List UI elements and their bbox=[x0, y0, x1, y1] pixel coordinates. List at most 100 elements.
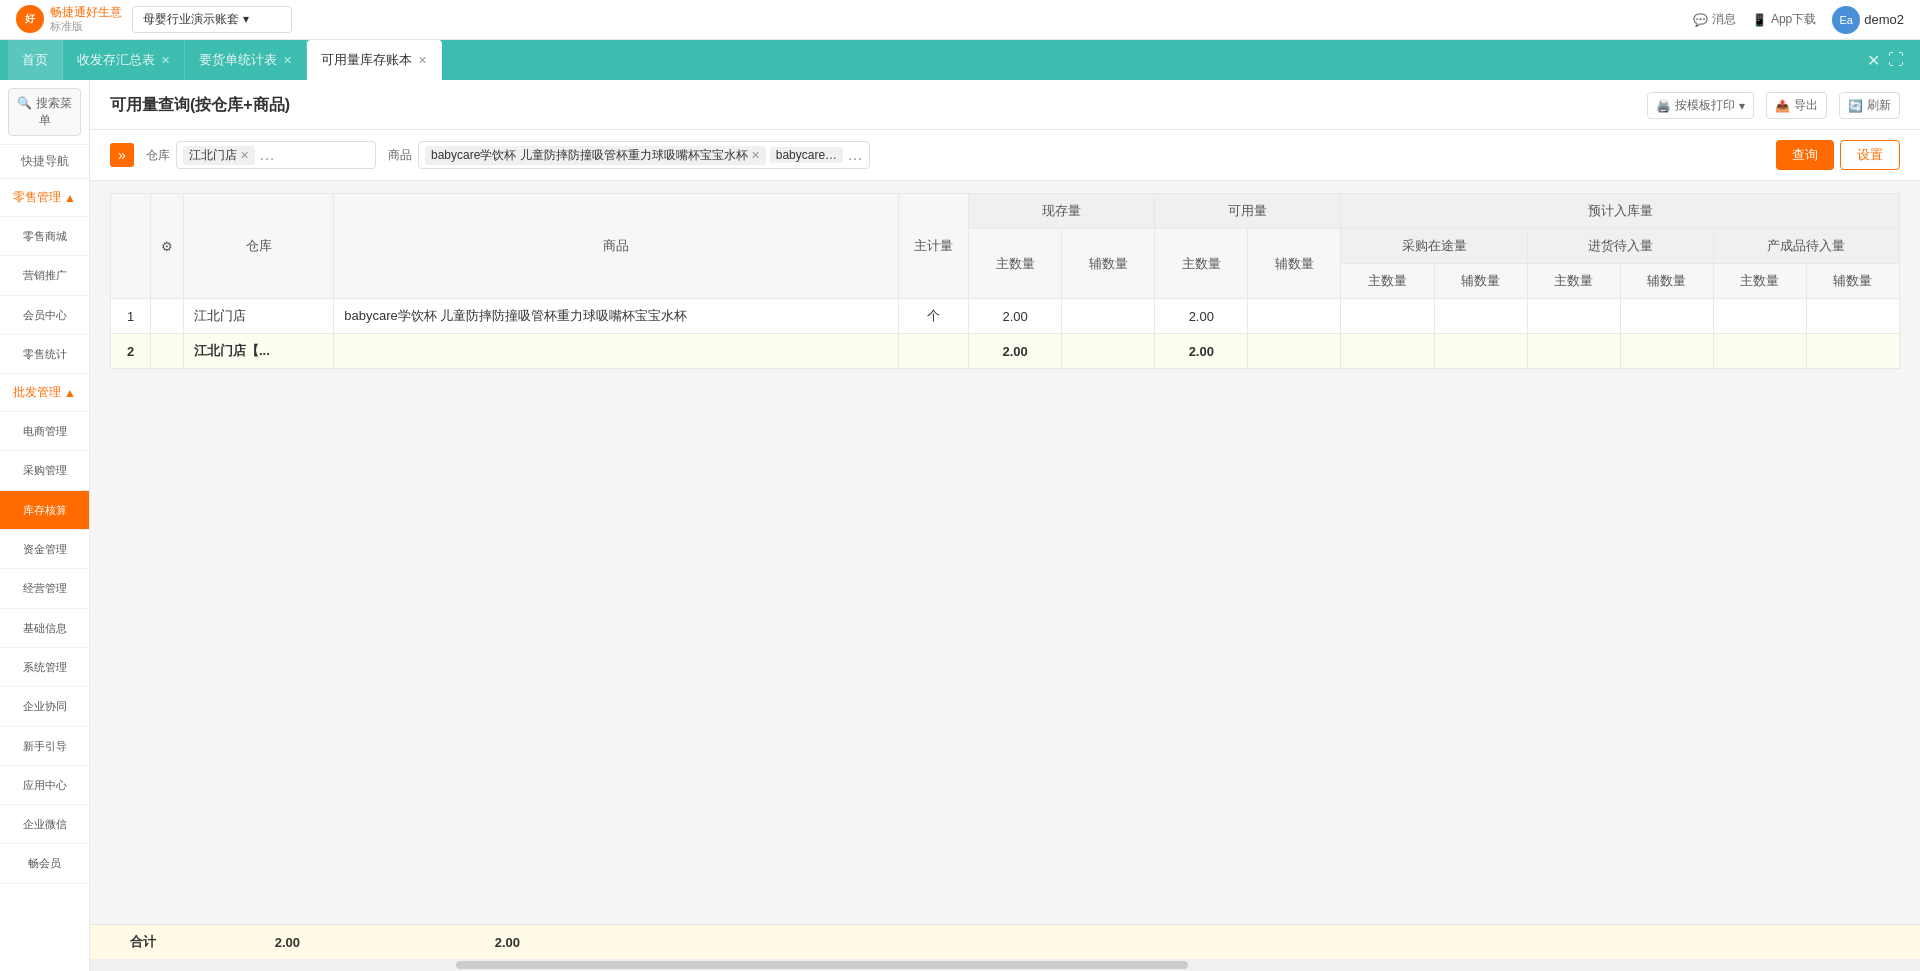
td-current-main-2: 2.00 bbox=[969, 334, 1062, 369]
sidebar-item-retail-mgmt[interactable]: 零售管理 ▲ bbox=[0, 179, 89, 217]
print-template-btn[interactable]: 🖨️ 按模板打印 ▾ bbox=[1647, 92, 1754, 119]
avatar: Ea bbox=[1832, 6, 1860, 34]
sidebar-item-system[interactable]: 系统管理 bbox=[0, 648, 89, 687]
sidebar-item-business[interactable]: 经营管理 bbox=[0, 569, 89, 608]
sidebar-item-purchase[interactable]: 采购管理 bbox=[0, 451, 89, 490]
page-header: 可用量查询(按仓库+商品) 🖨️ 按模板打印 ▾ 📤 导出 🔄 刷新 bbox=[90, 80, 1920, 130]
top-bar-left: 好 畅捷通好生意 标准版 母婴行业演示账套 ▾ bbox=[16, 5, 292, 34]
receive-summary-label: 收发存汇总表 bbox=[77, 51, 155, 69]
td-settings-2[interactable] bbox=[151, 334, 184, 369]
logo-text-area: 畅捷通好生意 标准版 bbox=[50, 5, 122, 34]
page-header-actions: 🖨️ 按模板打印 ▾ 📤 导出 🔄 刷新 bbox=[1647, 92, 1900, 129]
close-order-stats-icon[interactable]: ✕ bbox=[283, 54, 292, 67]
td-settings-1[interactable] bbox=[151, 299, 184, 334]
footer-total: 合计 2.00 2.00 bbox=[90, 924, 1920, 959]
sidebar-item-retail-stats[interactable]: 零售统计 bbox=[0, 335, 89, 374]
td-pt-aux-1 bbox=[1434, 299, 1527, 334]
user-area[interactable]: Ea demo2 bbox=[1832, 6, 1904, 34]
sidebar-item-retail-mall[interactable]: 零售商城 bbox=[0, 217, 89, 256]
marketing-label: 营销推广 bbox=[23, 268, 67, 282]
td-ip-aux-1 bbox=[1620, 299, 1713, 334]
close-available-ledger-icon[interactable]: ✕ bbox=[418, 54, 427, 67]
footer-current-aux bbox=[316, 935, 416, 950]
tab-order-stats[interactable]: 要货单统计表 ✕ bbox=[185, 40, 307, 80]
message-btn[interactable]: 💬 消息 bbox=[1693, 11, 1736, 28]
th-settings[interactable]: ⚙ bbox=[151, 194, 184, 299]
td-unit-1: 个 bbox=[899, 299, 969, 334]
wholesale-mgmt-label: 批发管理 bbox=[13, 384, 61, 401]
chevron-down-icon: ▾ bbox=[243, 12, 249, 26]
th-current-main-qty: 主数量 bbox=[969, 229, 1062, 299]
close-receive-summary-icon[interactable]: ✕ bbox=[161, 54, 170, 67]
sidebar-item-ecommerce[interactable]: 电商管理 bbox=[0, 412, 89, 451]
export-icon: 📤 bbox=[1775, 99, 1790, 113]
tab-available-ledger[interactable]: 可用量库存账本 ✕ bbox=[307, 40, 442, 80]
sidebar-item-app-center[interactable]: 应用中心 bbox=[0, 766, 89, 805]
product-tag-input[interactable]: babycare学饮杯 儿童防摔防撞吸管杯重力球吸嘴杯宝宝水杯 ✕ babyca… bbox=[418, 141, 870, 169]
th-available: 可用量 bbox=[1155, 194, 1341, 229]
product-tag-text-0: babycare学饮杯 儿童防摔防撞吸管杯重力球吸嘴杯宝宝水杯 bbox=[431, 147, 748, 164]
th-warehouse: 仓库 bbox=[184, 194, 334, 299]
th-planned-inbound: 预计入库量 bbox=[1341, 194, 1900, 229]
sidebar-item-marketing[interactable]: 营销推广 bbox=[0, 256, 89, 295]
sidebar-item-finance[interactable]: 资金管理 bbox=[0, 530, 89, 569]
export-btn[interactable]: 📤 导出 bbox=[1766, 92, 1827, 119]
sidebar-item-wholesale-mgmt[interactable]: 批发管理 ▲ bbox=[0, 374, 89, 412]
top-bar-right: 💬 消息 📱 App下载 Ea demo2 bbox=[1693, 6, 1904, 34]
sidebar-item-basic-info[interactable]: 基础信息 bbox=[0, 609, 89, 648]
refresh-label: 刷新 bbox=[1867, 97, 1891, 114]
footer-available-main: 2.00 bbox=[416, 935, 536, 950]
remove-product-tag-0-icon[interactable]: ✕ bbox=[751, 149, 760, 162]
bottom-scrollbar[interactable] bbox=[90, 959, 1920, 971]
print-label: 按模板打印 bbox=[1675, 97, 1735, 114]
product-tag-text-1: babycare… bbox=[776, 148, 837, 162]
td-product-2 bbox=[334, 334, 899, 369]
tab-receive-summary[interactable]: 收发存汇总表 ✕ bbox=[63, 40, 185, 80]
sidebar: 🔍 搜索菜单 快捷导航 零售管理 ▲ 零售商城 营销推广 会员中心 零售统计 bbox=[0, 80, 90, 971]
tab-home[interactable]: 首页 bbox=[8, 40, 63, 80]
warehouse-tag-input[interactable]: 江北门店 ✕ … bbox=[176, 141, 376, 169]
td-warehouse-2: 江北门店【... bbox=[184, 334, 334, 369]
product-filter-label: 商品 bbox=[388, 147, 412, 164]
td-pt-main-1 bbox=[1341, 299, 1434, 334]
footer-label: 合计 bbox=[110, 933, 156, 951]
more-warehouse-icon[interactable]: … bbox=[259, 146, 275, 164]
table-container[interactable]: ⚙ 仓库 商品 主计量 现存量 可用量 预计入库量 主数量 辅数量 主数量 辅数… bbox=[90, 181, 1920, 924]
query-btn[interactable]: 查询 bbox=[1776, 140, 1834, 170]
th-available-aux-qty: 辅数量 bbox=[1248, 229, 1341, 299]
refresh-btn[interactable]: 🔄 刷新 bbox=[1839, 92, 1900, 119]
settings-btn[interactable]: 设置 bbox=[1840, 140, 1900, 170]
scroll-thumb[interactable] bbox=[456, 961, 1188, 969]
sidebar-item-new-guide[interactable]: 新手引导 bbox=[0, 727, 89, 766]
search-menu-btn[interactable]: 🔍 搜索菜单 bbox=[8, 88, 81, 136]
remove-warehouse-tag-icon[interactable]: ✕ bbox=[240, 149, 249, 162]
td-seq-1: 1 bbox=[111, 299, 151, 334]
content-area: 可用量查询(按仓库+商品) 🖨️ 按模板打印 ▾ 📤 导出 🔄 刷新 » bbox=[90, 80, 1920, 971]
app-download-btn[interactable]: 📱 App下载 bbox=[1752, 11, 1816, 28]
sidebar-item-member-center[interactable]: 会员中心 bbox=[0, 296, 89, 335]
td-available-main-2: 2.00 bbox=[1155, 334, 1248, 369]
industry-selector[interactable]: 母婴行业演示账套 ▾ bbox=[132, 6, 292, 33]
maximize-btn[interactable]: ⛶ bbox=[1888, 51, 1904, 69]
filter-bar: » 仓库 江北门店 ✕ … 商品 babycare学饮杯 儿童防摔防撞吸管杯重力… bbox=[90, 130, 1920, 181]
filter-actions: 查询 设置 bbox=[1776, 140, 1900, 170]
sidebar-item-enterprise-wechat[interactable]: 企业微信 bbox=[0, 805, 89, 844]
sidebar-item-inventory-check[interactable]: 库存核算 bbox=[0, 491, 89, 530]
print-icon: 🖨️ bbox=[1656, 99, 1671, 113]
search-menu-label: 搜索菜单 bbox=[36, 96, 72, 127]
app-download-label: App下载 bbox=[1771, 11, 1816, 28]
td-pp-main-1 bbox=[1713, 299, 1806, 334]
th-main-unit: 主计量 bbox=[899, 194, 969, 299]
td-current-aux-1 bbox=[1062, 299, 1155, 334]
td-warehouse-1: 江北门店 bbox=[184, 299, 334, 334]
quick-nav-btn[interactable]: 快捷导航 bbox=[0, 145, 89, 179]
sidebar-item-vip[interactable]: 畅会员 bbox=[0, 844, 89, 883]
more-product-icon[interactable]: … bbox=[847, 146, 863, 164]
sidebar-item-enterprise-collab[interactable]: 企业协同 bbox=[0, 687, 89, 726]
td-pp-aux-1 bbox=[1806, 299, 1899, 334]
td-unit-2 bbox=[899, 334, 969, 369]
close-tab-btn[interactable]: ✕ bbox=[1867, 51, 1880, 70]
td-available-aux-2 bbox=[1248, 334, 1341, 369]
filter-expand-btn[interactable]: » bbox=[110, 143, 134, 167]
tabs-spacer bbox=[442, 40, 1859, 80]
